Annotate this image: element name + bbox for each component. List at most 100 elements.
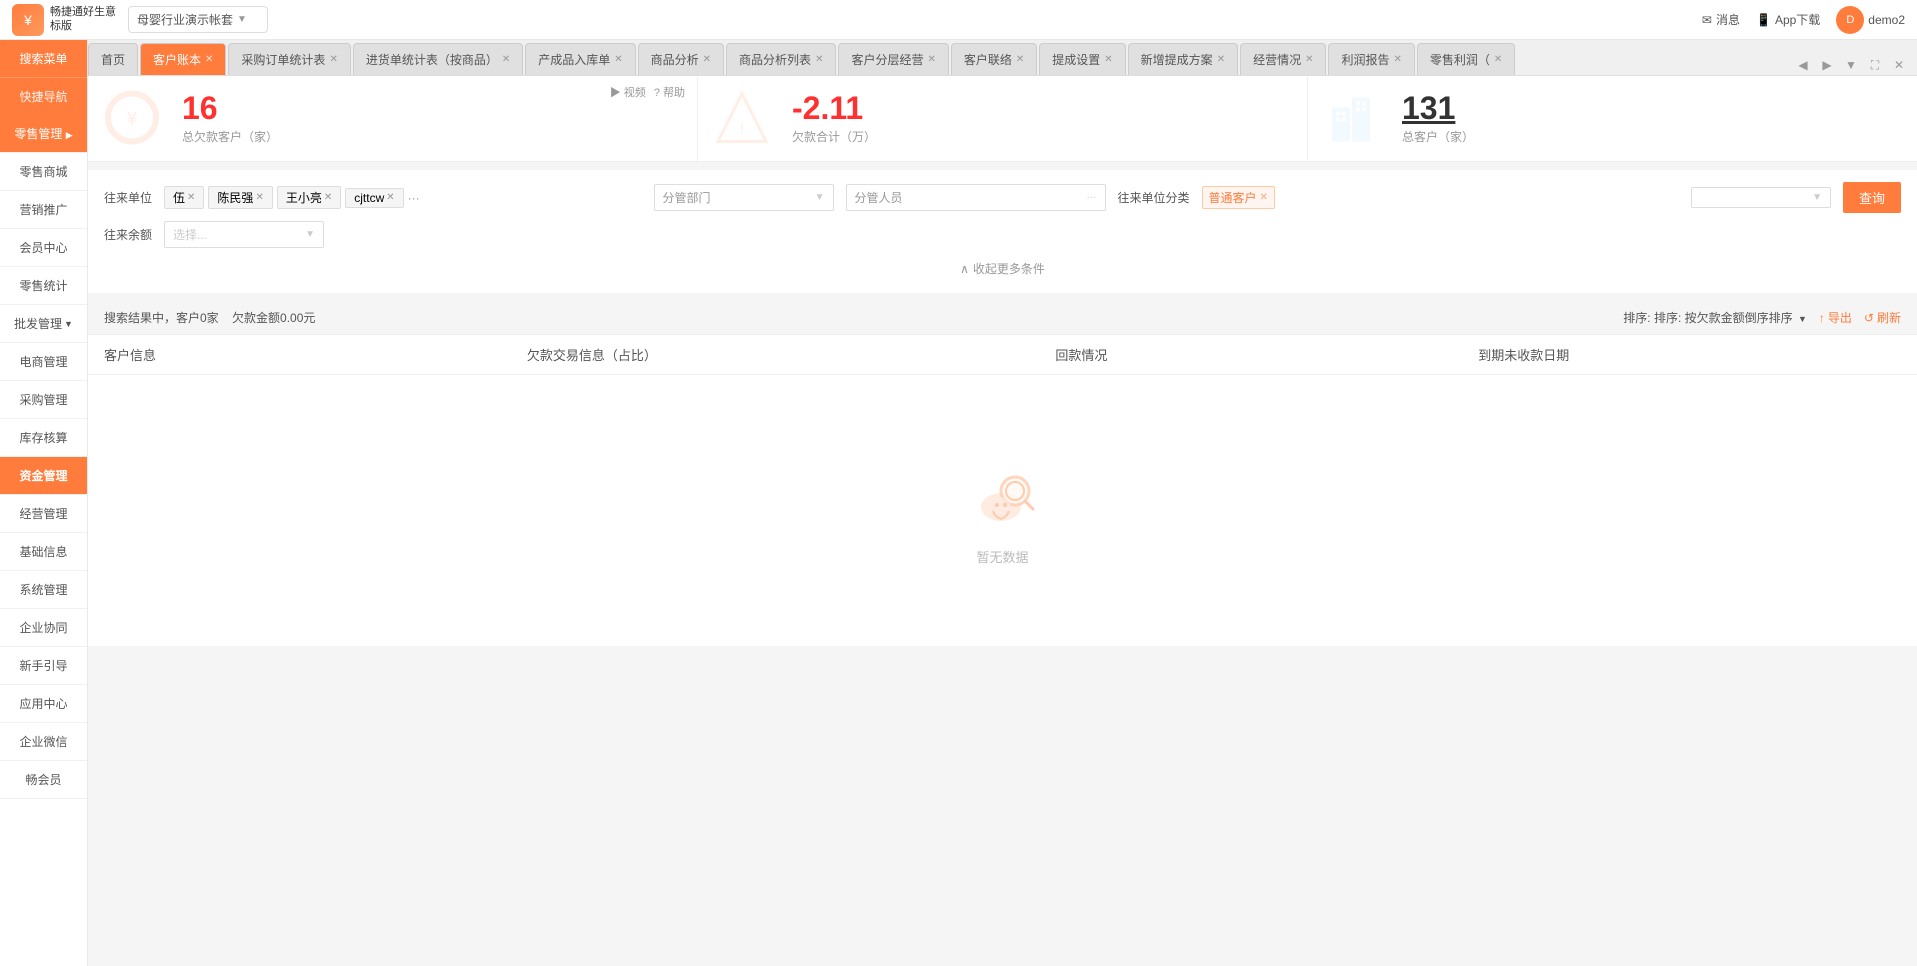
tab-inbound-stats[interactable]: 进货单统计表（按商品） ✕ bbox=[353, 43, 523, 75]
tab-close-profit[interactable]: ✕ bbox=[1394, 54, 1402, 65]
remove-tag-wang[interactable]: ✕ bbox=[324, 192, 332, 203]
overdue-amount-label: 欠款合计（万） bbox=[792, 128, 876, 145]
stats-bar: ¥ 16 总欠款客户（家） ▶ 视频 ? 帮助 bbox=[88, 76, 1917, 162]
sidebar-item-enterprise-wechat[interactable]: 企业微信 bbox=[0, 723, 87, 761]
tab-close-purchase[interactable]: ✕ bbox=[329, 54, 337, 65]
sidebar-item-member-center[interactable]: 会员中心 bbox=[0, 229, 87, 267]
empty-icon bbox=[963, 455, 1043, 535]
results-actions: 排序: 排序: 按欠款金额倒序排序 ▼ ↑ 导出 ↺ 刷新 bbox=[1623, 309, 1901, 326]
tab-close-product-list[interactable]: ✕ bbox=[815, 54, 823, 65]
app-download-button[interactable]: 📱 App下载 bbox=[1756, 11, 1820, 28]
sidebar-item-member-club[interactable]: 畅会员 bbox=[0, 761, 87, 799]
sidebar-menu: 零售管理 ▶ 零售商城 营销推广 会员中心 零售统计 批发管理 ▼ 电商管理 bbox=[0, 115, 87, 799]
tab-customer-contact[interactable]: 客户联络 ✕ bbox=[951, 43, 1037, 75]
sidebar-item-retail-shop[interactable]: 零售商城 bbox=[0, 153, 87, 191]
tab-close-new-promo[interactable]: ✕ bbox=[1217, 54, 1225, 65]
remove-cat-tag[interactable]: ✕ bbox=[1260, 192, 1268, 203]
video-link[interactable]: ▶ 视频 bbox=[610, 84, 646, 100]
tab-close-product-analysis[interactable]: ✕ bbox=[703, 54, 711, 65]
tab-close-customer-contact[interactable]: ✕ bbox=[1016, 54, 1024, 65]
refresh-button[interactable]: ↺ 刷新 bbox=[1864, 309, 1901, 326]
top-bar-right: ✉ 消息 📱 App下载 D demo2 bbox=[1702, 6, 1905, 34]
tab-purchase-orders[interactable]: 采购订单统计表 ✕ bbox=[228, 43, 350, 75]
sidebar-item-purchase[interactable]: 采购管理 bbox=[0, 381, 87, 419]
sidebar-item-wholesale[interactable]: 批发管理 ▼ bbox=[0, 305, 87, 343]
help-link[interactable]: ? 帮助 bbox=[654, 84, 685, 100]
filter-tag-cjttcw[interactable]: cjttcw ✕ bbox=[345, 188, 403, 208]
messages-button[interactable]: ✉ 消息 bbox=[1702, 11, 1740, 28]
tab-maximize-button[interactable]: ⛶ bbox=[1865, 55, 1885, 75]
filter-tags-unit: 伍 ✕ 陈民强 ✕ 王小亮 ✕ cjttcw ✕ bbox=[164, 186, 641, 209]
avatar: D bbox=[1836, 6, 1864, 34]
tab-close-customer-tier[interactable]: ✕ bbox=[927, 54, 935, 65]
sidebar-item-operations-mgmt[interactable]: 经营管理 bbox=[0, 495, 87, 533]
query-button[interactable]: 查询 bbox=[1843, 182, 1901, 213]
sidebar-item-system[interactable]: 系统管理 bbox=[0, 571, 87, 609]
tab-home[interactable]: 首页 bbox=[88, 43, 138, 75]
stat-overdue-customers: ¥ 16 总欠款客户（家） ▶ 视频 ? 帮助 bbox=[88, 76, 698, 161]
tab-more-button[interactable]: ▼ bbox=[1841, 55, 1861, 75]
sidebar-item-finance[interactable]: 资金管理 bbox=[0, 457, 87, 495]
main-layout: 搜索菜单 快捷导航 零售管理 ▶ 零售商城 营销推广 会员中心 零售统计 批发管… bbox=[0, 40, 1917, 966]
sidebar-item-retail-mgmt[interactable]: 零售管理 ▶ bbox=[0, 115, 87, 153]
filter-area: 往来单位 伍 ✕ 陈民强 ✕ 王小亮 ✕ bbox=[88, 170, 1917, 293]
tab-product-analysis[interactable]: 商品分析 ✕ bbox=[638, 43, 724, 75]
tab-promotion-settings[interactable]: 提成设置 ✕ bbox=[1039, 43, 1125, 75]
export-button[interactable]: ↑ 导出 bbox=[1819, 309, 1852, 326]
tab-accounts[interactable]: 客户账本 ✕ bbox=[140, 43, 226, 75]
table-header: 客户信息 欠款交易信息（占比） 回款情况 到期未收款日期 bbox=[88, 335, 1917, 375]
unit-type-dropdown[interactable]: ▼ bbox=[1691, 187, 1831, 208]
logo-text: 畅捷通好生意 标版 bbox=[50, 6, 116, 32]
dept-filter[interactable]: 分管部门 ▼ bbox=[654, 184, 834, 211]
user-menu[interactable]: D demo2 bbox=[1836, 6, 1905, 34]
sidebar-item-enterprise-collab[interactable]: 企业协同 bbox=[0, 609, 87, 647]
overdue-customers-label: 总欠款客户（家） bbox=[182, 128, 278, 145]
remove-tag-cjttcw[interactable]: ✕ bbox=[386, 192, 394, 203]
tab-close-product-inbound[interactable]: ✕ bbox=[614, 54, 622, 65]
tab-close-retail[interactable]: ✕ bbox=[1494, 54, 1502, 65]
tab-product-inbound[interactable]: 产成品入库单 ✕ bbox=[525, 43, 635, 75]
sidebar-search-menu[interactable]: 搜索菜单 bbox=[0, 40, 87, 77]
table-container: 客户信息 欠款交易信息（占比） 回款情况 到期未收款日期 bbox=[88, 335, 1917, 646]
person-filter[interactable]: 分管人员 ··· bbox=[846, 184, 1106, 211]
chevron-icon4: ▼ bbox=[305, 229, 315, 240]
sidebar-item-marketing[interactable]: 营销推广 bbox=[0, 191, 87, 229]
tab-product-analysis-list[interactable]: 商品分析列表 ✕ bbox=[726, 43, 836, 75]
tab-close-all-button[interactable]: ✕ bbox=[1889, 55, 1909, 75]
tab-prev-button[interactable]: ◀ bbox=[1793, 55, 1813, 75]
tab-retail-profit[interactable]: 零售利润（ ✕ bbox=[1417, 43, 1515, 75]
tab-close-accounts[interactable]: ✕ bbox=[205, 54, 213, 65]
tenant-name: 母婴行业演示帐套 bbox=[137, 11, 233, 28]
sidebar-item-app-center[interactable]: 应用中心 bbox=[0, 685, 87, 723]
sort-select[interactable]: 排序: 排序: 按欠款金额倒序排序 ▼ bbox=[1623, 309, 1807, 326]
message-icon: ✉ bbox=[1702, 13, 1712, 27]
filter-tag-chen[interactable]: 陈民强 ✕ bbox=[208, 186, 272, 209]
filter-tag-wang[interactable]: 王小亮 ✕ bbox=[277, 186, 341, 209]
sidebar-quick-nav[interactable]: 快捷导航 bbox=[0, 77, 87, 115]
tab-new-promo[interactable]: 新增提成方案 ✕ bbox=[1128, 43, 1238, 75]
balance-filter[interactable]: 选择... ▼ bbox=[164, 221, 324, 248]
filter-tag-wu[interactable]: 伍 ✕ bbox=[164, 186, 204, 209]
sidebar-item-basic-info[interactable]: 基础信息 bbox=[0, 533, 87, 571]
tenant-selector[interactable]: 母婴行业演示帐套 ▼ bbox=[128, 6, 268, 33]
sidebar-item-new-guide[interactable]: 新手引导 bbox=[0, 647, 87, 685]
svg-text:!: ! bbox=[740, 120, 744, 136]
filter-tag-normal-customer[interactable]: 普通客户 ✕ bbox=[1202, 186, 1275, 209]
tab-profit[interactable]: 利润报告 ✕ bbox=[1328, 43, 1414, 75]
more-tags-button[interactable]: ··· bbox=[408, 191, 420, 205]
tab-customer-tier[interactable]: 客户分层经营 ✕ bbox=[838, 43, 948, 75]
tab-operations[interactable]: 经营情况 ✕ bbox=[1240, 43, 1326, 75]
collapse-filter-button[interactable]: ∧ 收起更多条件 bbox=[104, 256, 1901, 281]
balance-filter-label: 往来余额 bbox=[104, 226, 152, 243]
remove-tag-wu[interactable]: ✕ bbox=[187, 192, 195, 203]
empty-text: 暂无数据 bbox=[976, 547, 1028, 566]
sidebar-item-ecommerce[interactable]: 电商管理 bbox=[0, 343, 87, 381]
tab-close-inbound[interactable]: ✕ bbox=[502, 54, 510, 65]
tab-next-button[interactable]: ▶ bbox=[1817, 55, 1837, 75]
sidebar-item-inventory[interactable]: 库存核算 bbox=[0, 419, 87, 457]
remove-tag-chen[interactable]: ✕ bbox=[255, 192, 263, 203]
sidebar-item-retail-stats[interactable]: 零售统计 bbox=[0, 267, 87, 305]
tab-close-promotion[interactable]: ✕ bbox=[1104, 54, 1112, 65]
tab-close-operations[interactable]: ✕ bbox=[1305, 54, 1313, 65]
tab-controls: ◀ ▶ ▼ ⛶ ✕ bbox=[1785, 55, 1917, 75]
